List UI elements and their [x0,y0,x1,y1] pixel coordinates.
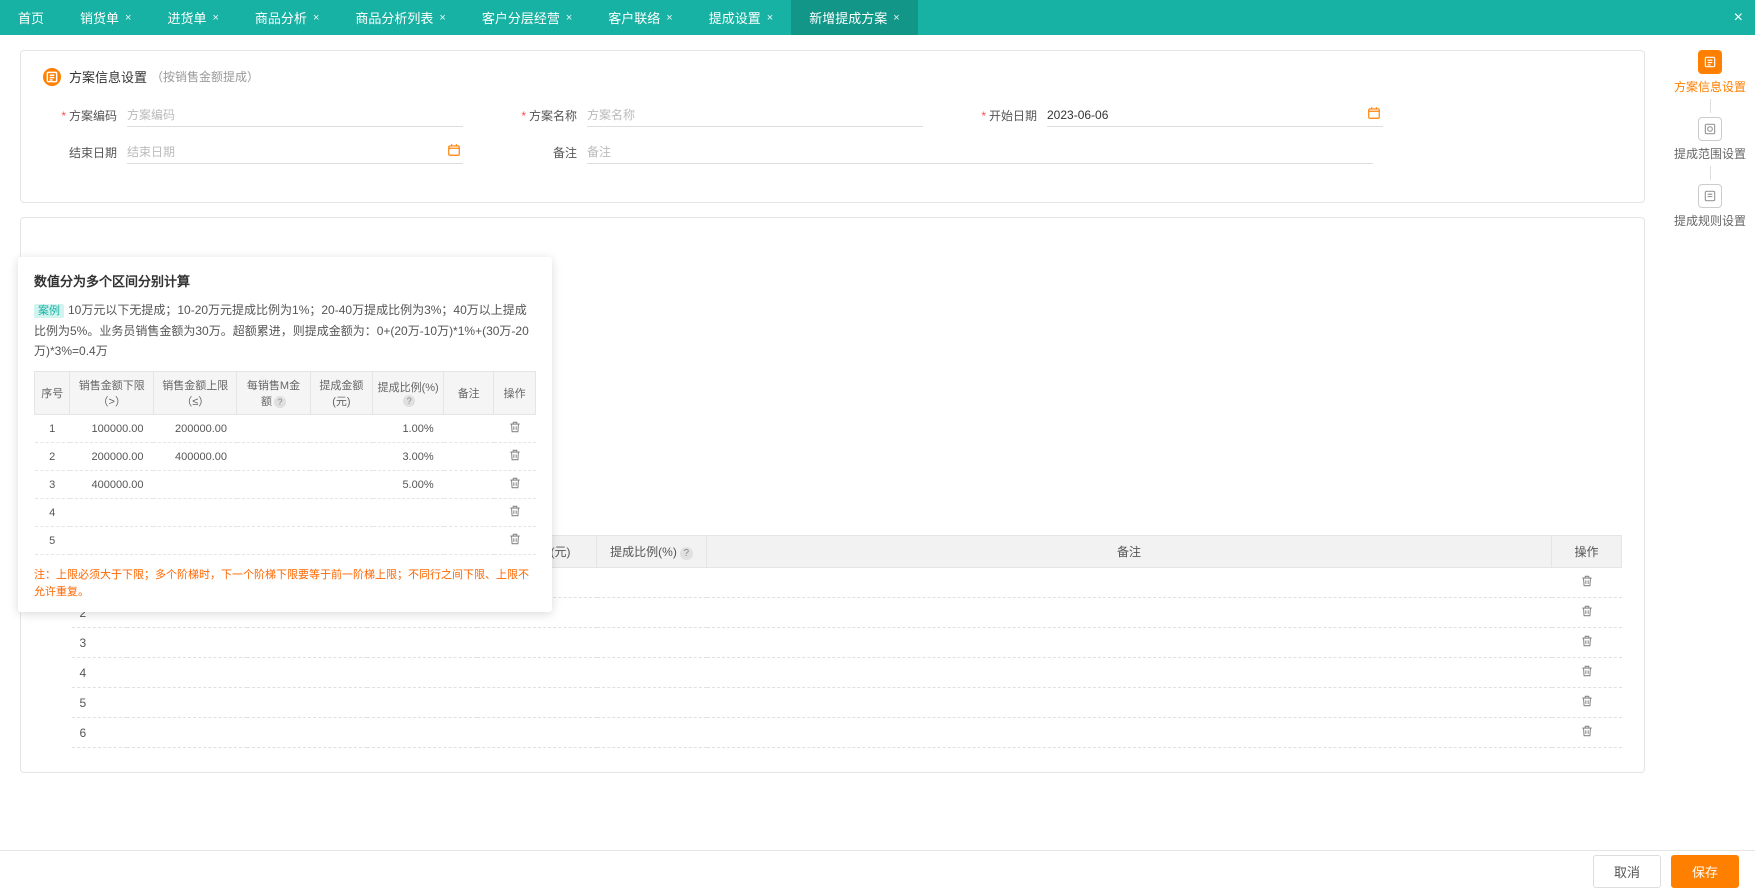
table-row[interactable]: 5 [72,688,1622,718]
close-icon[interactable]: × [439,12,445,24]
end-date-label: 结束日期 [43,144,127,161]
help-icon[interactable]: ? [680,547,693,560]
delete-icon[interactable] [508,509,522,521]
popup-title: 数值分为多个区间分别计算 [34,271,536,290]
plan-info-panel: 方案信息设置 （按销售金额提成） *方案编码 *方案名称 *开始日期 [20,50,1645,203]
tab-sales-order[interactable]: 销货单× [62,0,149,35]
delete-icon[interactable] [508,453,522,465]
delete-icon[interactable] [1580,667,1594,681]
cancel-button[interactable]: 取消 [1593,855,1661,888]
delete-icon[interactable] [1580,637,1594,651]
calendar-icon[interactable] [1367,106,1381,123]
close-icon[interactable]: × [666,12,672,24]
close-icon[interactable]: × [313,12,319,24]
plan-name-label: *方案名称 [503,107,587,124]
rule-icon [1698,184,1722,208]
plan-name-input[interactable] [587,104,923,126]
start-date-label: *开始日期 [963,107,1047,124]
panel-badge-icon [43,68,61,86]
step-scope[interactable]: 提成范围设置 [1665,117,1755,162]
step-sidebar: 方案信息设置 提成范围设置 提成规则设置 [1665,35,1755,847]
table-row[interactable]: 3 [72,628,1622,658]
close-icon[interactable]: × [767,12,773,24]
plan-code-input[interactable] [127,104,463,126]
tab-commission-setting[interactable]: 提成设置× [691,0,791,35]
step-rule[interactable]: 提成规则设置 [1665,184,1755,229]
end-date-input[interactable] [127,141,463,163]
footer-bar: 取消 保存 [0,850,1755,892]
close-icon[interactable]: × [893,12,899,24]
tab-customer-contact[interactable]: 客户联络× [590,0,690,35]
tab-purchase-order[interactable]: 进货单× [149,0,236,35]
panel-title: 方案信息设置 [69,67,147,86]
delete-icon[interactable] [1580,727,1594,741]
form-icon [1698,50,1722,74]
th-rate: 提成比例(%)? [597,536,707,568]
delete-icon[interactable] [1580,577,1594,591]
tab-customer-tier[interactable]: 客户分层经营× [464,0,590,35]
delete-icon[interactable] [508,425,522,437]
popup-table: 序号 销售金额下限（>） 销售金额上限（≤） 每销售M金额? 提成金额(元) 提… [34,371,536,555]
popup-example: 案例10万元以下无提成；10-20万元提成比例为1%；20-40万提成比例为3%… [34,300,536,361]
tab-home[interactable]: 首页 [0,0,62,35]
popup-note: 注：上限必须大于下限；多个阶梯时，下一个阶梯下限要等于前一阶梯上限；不同行之间下… [34,567,536,600]
tab-product-analysis-list[interactable]: 商品分析列表× [337,0,463,35]
close-icon[interactable]: × [566,12,572,24]
panel-subtitle: （按销售金额提成） [151,68,259,85]
tab-new-commission-plan[interactable]: 新增提成方案× [791,0,917,35]
th-remark: 备注 [707,536,1552,568]
close-tabbar-icon[interactable]: × [1734,0,1743,35]
tab-product-analysis[interactable]: 商品分析× [237,0,337,35]
remark-label: 备注 [503,144,587,161]
delete-icon[interactable] [1580,697,1594,711]
scope-icon [1698,117,1722,141]
delete-icon[interactable] [508,481,522,493]
close-icon[interactable]: × [212,12,218,24]
start-date-input[interactable] [1047,104,1383,126]
plan-code-label: *方案编码 [43,107,127,124]
delete-icon[interactable] [1580,607,1594,621]
remark-input[interactable] [587,141,1373,163]
step-plan-info[interactable]: 方案信息设置 [1665,50,1755,95]
save-button[interactable]: 保存 [1671,855,1739,888]
calendar-icon[interactable] [447,143,461,160]
th-action: 操作 [1552,536,1622,568]
calc-rule-tooltip: 数值分为多个区间分别计算 案例10万元以下无提成；10-20万元提成比例为1%；… [18,257,552,612]
table-row[interactable]: 4 [72,658,1622,688]
table-row[interactable]: 6 [72,718,1622,748]
close-icon[interactable]: × [125,12,131,24]
delete-icon[interactable] [508,537,522,549]
tab-bar: 首页 销货单× 进货单× 商品分析× 商品分析列表× 客户分层经营× 客户联络×… [0,0,1755,35]
